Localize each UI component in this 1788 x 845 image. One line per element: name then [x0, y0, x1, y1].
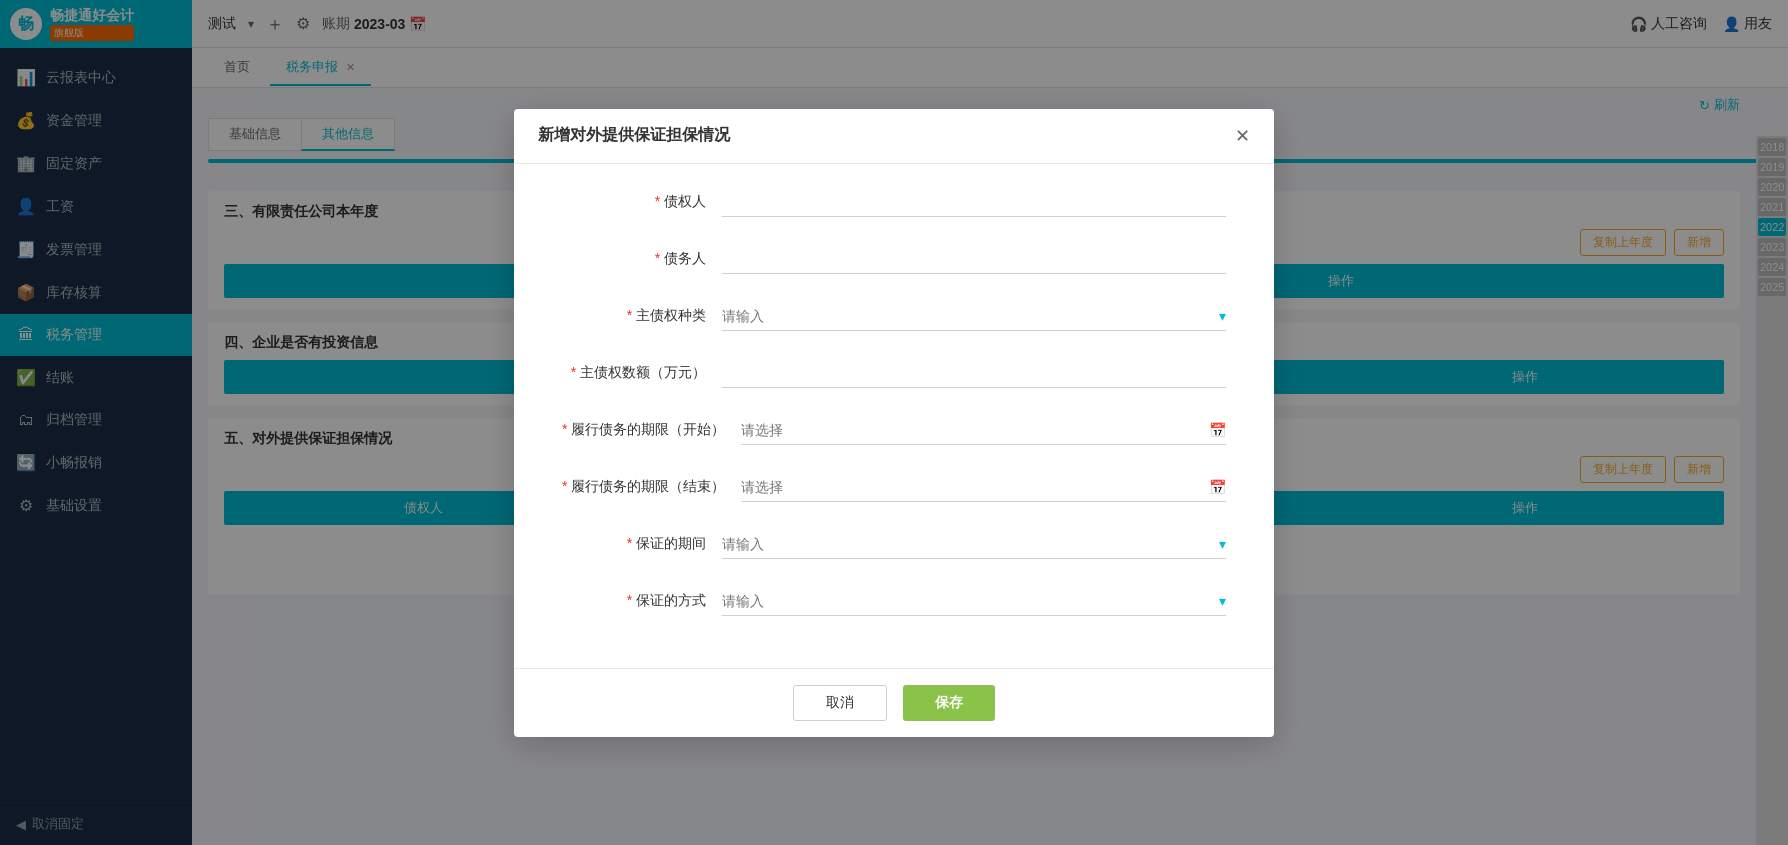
form-label-period-end: * 履行债务的期限（结束） [562, 478, 741, 496]
form-label-debtor: * 债务人 [562, 250, 722, 268]
guarantee-period-select-wrap: ▾ [722, 530, 1226, 559]
form-row-period-end: * 履行债务的期限（结束） 📅 [562, 473, 1226, 502]
dialog-header: 新增对外提供保证担保情况 ✕ [514, 109, 1274, 164]
dialog-title: 新增对外提供保证担保情况 [538, 125, 730, 146]
required-mark: * [655, 250, 660, 266]
required-mark: * [627, 535, 632, 551]
required-mark: * [571, 364, 576, 380]
dialog: 新增对外提供保证担保情况 ✕ * 债权人 * 债务人 [514, 109, 1274, 737]
guarantee-method-input[interactable] [722, 593, 1219, 609]
guarantee-method-chevron-icon[interactable]: ▾ [1219, 593, 1226, 609]
required-mark: * [562, 478, 567, 494]
required-mark: * [627, 592, 632, 608]
required-mark: * [562, 421, 567, 437]
debt-type-chevron-icon[interactable]: ▾ [1219, 308, 1226, 324]
required-mark: * [627, 307, 632, 323]
save-button[interactable]: 保存 [903, 685, 995, 721]
form-label-creditor: * 债权人 [562, 193, 722, 211]
period-end-calendar-icon[interactable]: 📅 [1209, 479, 1226, 495]
form-row-debt-amount: * 主债权数额（万元） [562, 359, 1226, 388]
required-mark: * [655, 193, 660, 209]
guarantee-period-chevron-icon[interactable]: ▾ [1219, 536, 1226, 552]
cancel-button[interactable]: 取消 [793, 685, 887, 721]
form-label-debt-amount: * 主债权数额（万元） [562, 364, 722, 382]
form-label-period-start: * 履行债务的期限（开始） [562, 421, 741, 439]
period-start-input[interactable] [741, 422, 1209, 438]
creditor-input[interactable] [722, 188, 1226, 217]
period-start-date-wrap: 📅 [741, 416, 1226, 445]
guarantee-method-select-wrap: ▾ [722, 587, 1226, 616]
dialog-overlay: 新增对外提供保证担保情况 ✕ * 债权人 * 债务人 [0, 0, 1788, 845]
period-end-date-wrap: 📅 [741, 473, 1226, 502]
form-label-guarantee-method: * 保证的方式 [562, 592, 722, 610]
form-row-debtor: * 债务人 [562, 245, 1226, 274]
debt-type-input[interactable] [722, 308, 1219, 324]
form-label-guarantee-period: * 保证的期间 [562, 535, 722, 553]
dialog-body: * 债权人 * 债务人 * 主债权种类 [514, 164, 1274, 668]
debtor-input[interactable] [722, 245, 1226, 274]
form-row-period-start: * 履行债务的期限（开始） 📅 [562, 416, 1226, 445]
form-label-debt-type: * 主债权种类 [562, 307, 722, 325]
form-row-guarantee-method: * 保证的方式 ▾ [562, 587, 1226, 616]
debt-amount-input[interactable] [722, 359, 1226, 388]
dialog-footer: 取消 保存 [514, 668, 1274, 737]
form-row-debt-type: * 主债权种类 ▾ [562, 302, 1226, 331]
debt-type-select-wrap: ▾ [722, 302, 1226, 331]
dialog-close-button[interactable]: ✕ [1235, 125, 1250, 147]
period-end-input[interactable] [741, 479, 1209, 495]
form-row-guarantee-period: * 保证的期间 ▾ [562, 530, 1226, 559]
period-start-calendar-icon[interactable]: 📅 [1209, 422, 1226, 438]
form-row-creditor: * 债权人 [562, 188, 1226, 217]
guarantee-period-input[interactable] [722, 536, 1219, 552]
